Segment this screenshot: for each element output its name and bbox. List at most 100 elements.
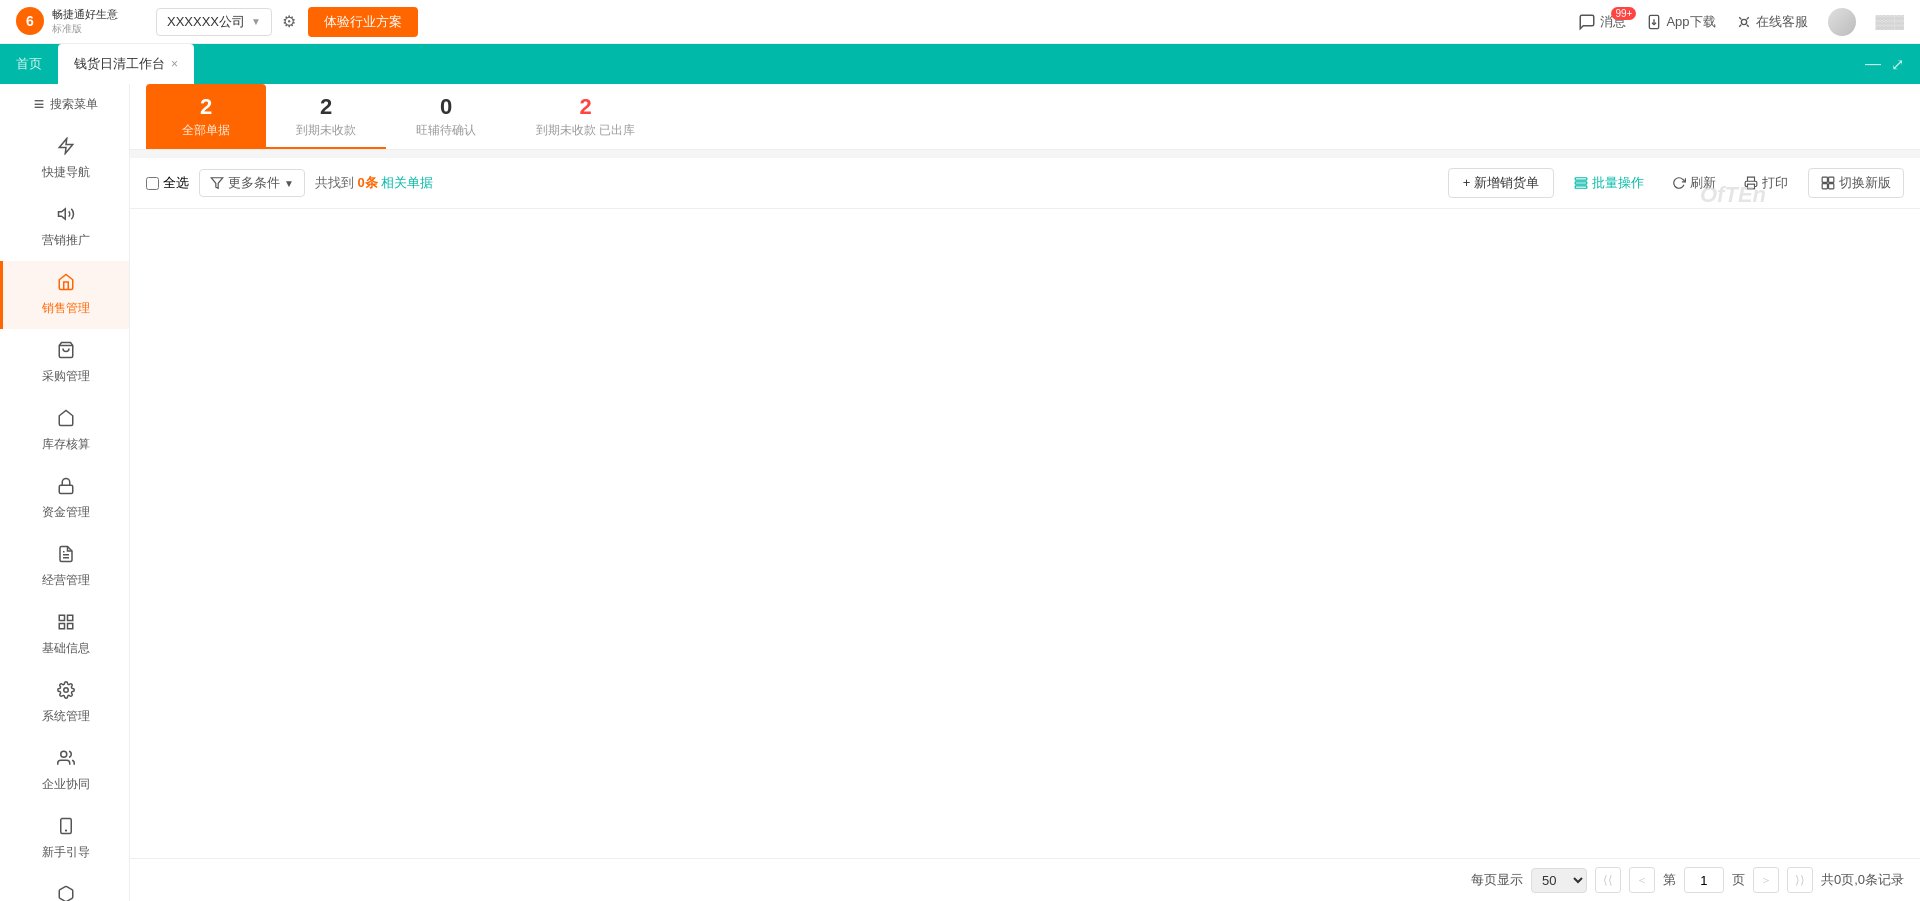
sidebar-item-quick-nav[interactable]: 快捷导航 <box>0 125 129 193</box>
online-service-label: 在线客服 <box>1756 13 1808 31</box>
finance-icon <box>57 477 75 500</box>
cooperation-label: 企业协同 <box>42 776 90 793</box>
batch-btn[interactable]: 批量操作 <box>1566 170 1652 196</box>
select-all-checkbox[interactable]: 全选 <box>146 174 189 192</box>
sidebar-item-app-center[interactable]: 应用中心 <box>0 873 129 901</box>
tab-maximize-btn[interactable]: ⤢ <box>1891 55 1904 74</box>
stat-tab-pending[interactable]: 0 旺辅待确认 <box>386 84 506 149</box>
svg-rect-23 <box>1829 177 1834 182</box>
headset-icon <box>1736 14 1752 30</box>
svg-marker-3 <box>59 139 73 154</box>
app-center-icon <box>57 885 75 901</box>
toolbar-right: + 新增销货单 批量操作 刷新 打印 切换新版 <box>1448 168 1904 198</box>
trial-button[interactable]: 体验行业方案 <box>308 7 418 37</box>
svg-rect-21 <box>1748 184 1755 189</box>
online-service-btn[interactable]: 在线客服 <box>1736 13 1808 31</box>
app-download-btn[interactable]: App下载 <box>1646 13 1715 31</box>
total-label: 共0页,0条记录 <box>1821 871 1904 889</box>
guide-icon <box>57 817 75 840</box>
app-version: 标准版 <box>52 22 118 36</box>
svg-rect-20 <box>1575 186 1587 188</box>
settings-btn[interactable]: ⚙ <box>282 12 296 31</box>
marketing-label: 营销推广 <box>42 232 90 249</box>
stat-count-overdue: 2 <box>320 94 332 120</box>
stat-label-all: 全部单据 <box>182 122 230 139</box>
svg-rect-10 <box>68 615 73 620</box>
user-avatar[interactable] <box>1828 8 1856 36</box>
related-link[interactable]: 相关单据 <box>381 175 433 190</box>
print-btn[interactable]: 打印 <box>1736 170 1796 196</box>
batch-icon <box>1574 176 1588 190</box>
tab-bar-actions: — ⤢ <box>1865 55 1920 74</box>
last-page-btn[interactable]: ⟩⟩ <box>1787 867 1813 893</box>
sidebar-item-purchase[interactable]: 采购管理 <box>0 329 129 397</box>
tab-bar: 首页 钱货日清工作台 × — ⤢ <box>0 44 1920 84</box>
tab-home[interactable]: 首页 <box>0 44 58 84</box>
first-page-btn[interactable]: ⟨⟨ <box>1595 867 1621 893</box>
sidebar-item-sales[interactable]: 销售管理 <box>0 261 129 329</box>
system-label: 系统管理 <box>42 708 90 725</box>
stat-tab-all[interactable]: 2 全部单据 <box>146 84 266 149</box>
tab-active[interactable]: 钱货日清工作台 × <box>58 44 194 84</box>
quick-nav-icon <box>57 137 75 160</box>
sidebar-item-operations[interactable]: 经营管理 <box>0 533 129 601</box>
operations-label: 经营管理 <box>42 572 90 589</box>
app-name: 畅捷通好生意 <box>52 7 118 21</box>
switch-btn[interactable]: 切换新版 <box>1808 168 1904 198</box>
sidebar-item-cooperation[interactable]: 企业协同 <box>0 737 129 805</box>
filter-icon <box>210 176 224 190</box>
tab-minimize-btn[interactable]: — <box>1865 55 1881 73</box>
company-selector[interactable]: XXXXXX公司 ▼ <box>156 8 272 36</box>
logo-area: 6 畅捷通好生意 标准版 <box>16 7 146 35</box>
user-name-area[interactable]: ▓▓▓ <box>1876 14 1904 29</box>
new-order-btn[interactable]: + 新增销货单 <box>1448 168 1554 198</box>
company-name: XXXXXX公司 <box>167 13 245 31</box>
quick-nav-label: 快捷导航 <box>42 164 90 181</box>
sidebar-search-label: 搜索菜单 <box>50 96 98 113</box>
svg-rect-6 <box>59 485 73 493</box>
guide-label: 新手引导 <box>42 844 90 861</box>
refresh-btn[interactable]: 刷新 <box>1664 170 1724 196</box>
tab-active-label: 钱货日清工作台 <box>74 55 165 73</box>
refresh-icon <box>1672 176 1686 190</box>
filter-dropdown-icon: ▼ <box>284 178 294 189</box>
avatar-img <box>1828 8 1856 36</box>
finance-label: 资金管理 <box>42 504 90 521</box>
per-page-select[interactable]: 50 10 20 100 <box>1531 868 1587 893</box>
basic-info-icon <box>57 613 75 636</box>
sidebar-item-inventory[interactable]: 库存核算 <box>0 397 129 465</box>
stat-count-pending: 0 <box>440 94 452 120</box>
stat-tab-overdue[interactable]: 2 到期未收款 <box>266 84 386 149</box>
logo-icon: 6 <box>16 7 44 35</box>
next-page-btn[interactable]: ＞ <box>1753 867 1779 893</box>
messages-badge: 99+ <box>1611 7 1636 20</box>
sidebar-item-marketing[interactable]: 营销推广 <box>0 193 129 261</box>
switch-label: 切换新版 <box>1839 174 1891 192</box>
sidebar-item-search-menu[interactable]: ≡ 搜索菜单 <box>0 84 129 125</box>
sidebar-item-basic-info[interactable]: 基础信息 <box>0 601 129 669</box>
svg-point-13 <box>64 688 69 693</box>
per-page-label: 每页显示 <box>1471 871 1523 889</box>
tab-close-icon[interactable]: × <box>171 57 178 71</box>
sidebar-item-finance[interactable]: 资金管理 <box>0 465 129 533</box>
prev-page-btn[interactable]: ＜ <box>1629 867 1655 893</box>
basic-info-label: 基础信息 <box>42 640 90 657</box>
inventory-icon <box>57 409 75 432</box>
messages-btn[interactable]: 消息 99+ <box>1578 13 1626 31</box>
svg-rect-24 <box>1822 184 1827 189</box>
found-count: 0条 <box>358 175 378 190</box>
svg-rect-19 <box>1575 182 1587 184</box>
checkbox-input[interactable] <box>146 177 159 190</box>
system-icon <box>57 681 75 704</box>
batch-label: 批量操作 <box>1592 174 1644 192</box>
sidebar-item-guide[interactable]: 新手引导 <box>0 805 129 873</box>
tab-home-label: 首页 <box>16 55 42 73</box>
page-input[interactable] <box>1684 867 1724 893</box>
svg-rect-11 <box>68 624 73 629</box>
new-order-label: + 新增销货单 <box>1463 174 1539 192</box>
sidebar-item-system[interactable]: 系统管理 <box>0 669 129 737</box>
filter-btn[interactable]: 更多条件 ▼ <box>199 169 305 197</box>
page-suffix: 页 <box>1732 871 1745 889</box>
stat-tab-shipped[interactable]: 2 到期未收款 已出库 <box>506 84 665 149</box>
message-icon <box>1578 13 1596 31</box>
